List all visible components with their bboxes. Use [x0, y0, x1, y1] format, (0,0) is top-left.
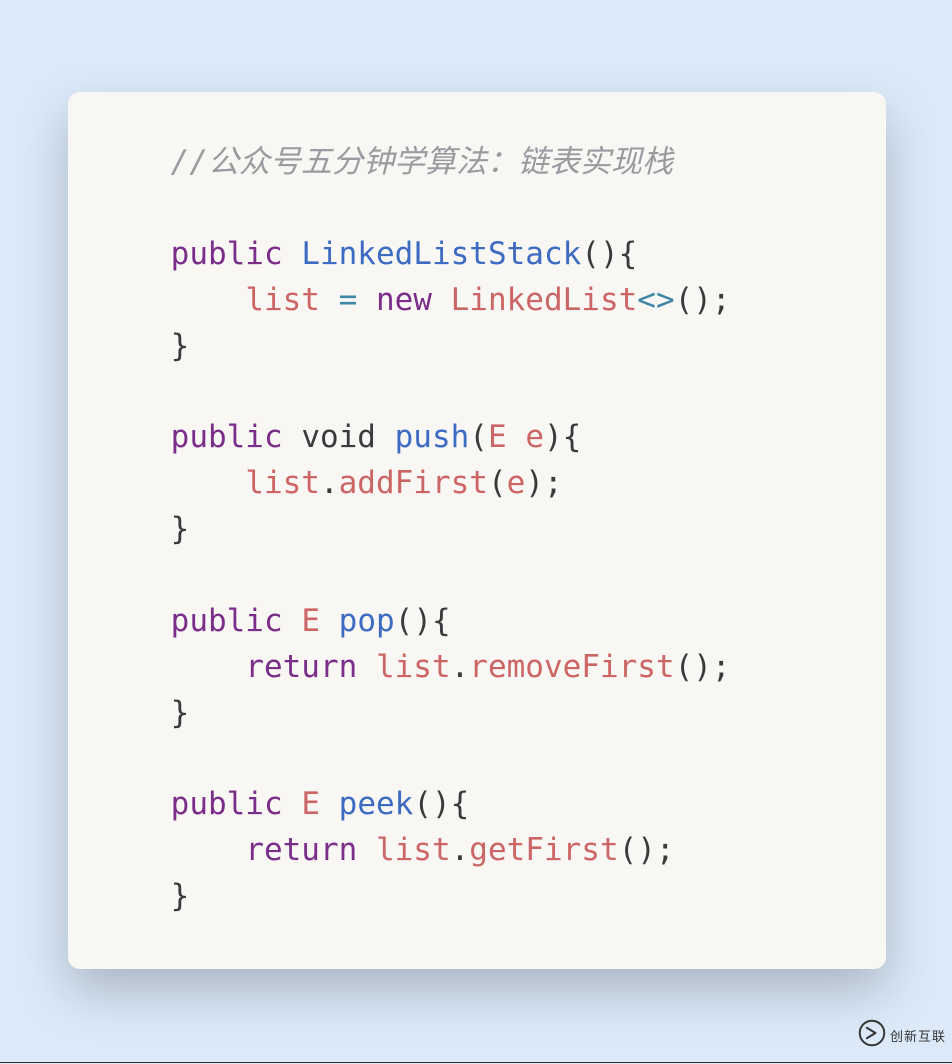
keyword-public: public [171, 603, 283, 639]
watermark-logo-icon [858, 1019, 886, 1052]
identifier-list: list [245, 465, 320, 501]
param-e: e [525, 419, 544, 455]
generics-diamond: <> [637, 282, 674, 318]
keyword-public: public [171, 419, 283, 455]
return-type-e: E [301, 603, 320, 639]
identifier-list: list [245, 282, 320, 318]
keyword-public: public [171, 236, 283, 272]
method-peek: peek [339, 786, 414, 822]
keyword-public: public [171, 786, 283, 822]
return-type-e: E [301, 786, 320, 822]
method-removefirst: removeFirst [469, 649, 674, 685]
code-block: //公众号五分钟学算法：链表实现栈 public LinkedListStack… [96, 140, 858, 920]
type-param-e: E [488, 419, 507, 455]
identifier-list: list [376, 649, 451, 685]
comment-line: //公众号五分钟学算法：链表实现栈 [171, 144, 673, 180]
type-void: void [301, 419, 376, 455]
arg-e: e [507, 465, 526, 501]
keyword-new: new [376, 282, 432, 318]
constructor-name: LinkedListStack [301, 236, 581, 272]
class-linkedlist: LinkedList [451, 282, 638, 318]
identifier-list: list [376, 832, 451, 868]
keyword-return: return [245, 649, 357, 685]
method-push: push [395, 419, 470, 455]
bottom-divider [0, 1062, 952, 1063]
method-pop: pop [339, 603, 395, 639]
method-getfirst: getFirst [469, 832, 618, 868]
watermark: 创新互联 [852, 1015, 952, 1056]
keyword-return: return [245, 832, 357, 868]
watermark-text: 创新互联 [890, 1026, 946, 1045]
code-card: //公众号五分钟学算法：链表实现栈 public LinkedListStack… [68, 92, 886, 969]
method-addfirst: addFirst [339, 465, 488, 501]
